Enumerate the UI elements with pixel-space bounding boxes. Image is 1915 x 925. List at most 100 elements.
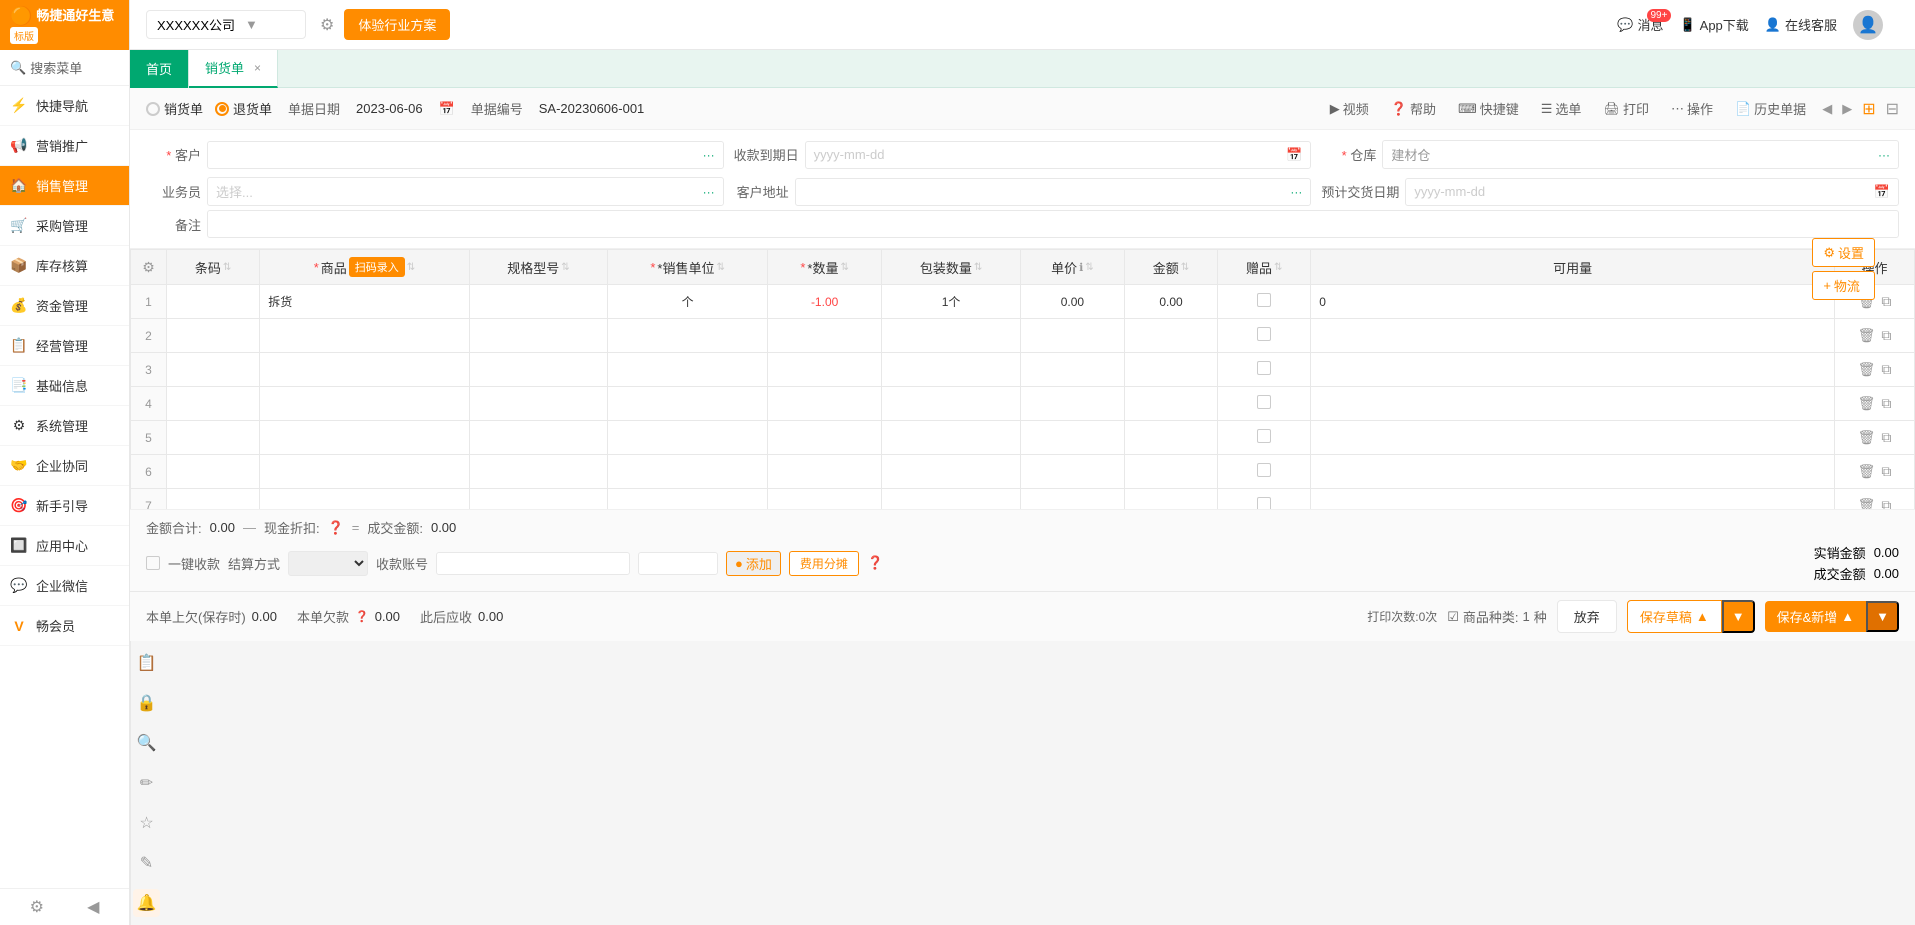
delete-row-icon[interactable]: 🗑	[1858, 497, 1876, 509]
discount-info-icon[interactable]: ❓	[328, 520, 344, 536]
cell-amount[interactable]	[1124, 421, 1217, 455]
cell-product[interactable]	[260, 421, 469, 455]
tab-sales-order[interactable]: 销货单 ×	[189, 50, 278, 88]
cell-unit[interactable]	[608, 421, 768, 455]
sidebar-item-purchase[interactable]: 🛒 采购管理	[0, 206, 129, 246]
sidebar-item-marketing[interactable]: 📢 营销推广	[0, 126, 129, 166]
user-avatar[interactable]: 👤	[1853, 10, 1883, 40]
due-date-input[interactable]: yyyy-mm-dd 📅	[805, 141, 1312, 169]
sidebar-item-wechat[interactable]: 💬 企业微信	[0, 566, 129, 606]
add-payment-button[interactable]: ● 添加	[726, 551, 781, 576]
cell-spec[interactable]	[469, 319, 608, 353]
sidebar-item-operations[interactable]: 📋 经营管理	[0, 326, 129, 366]
save-draft-button[interactable]: 保存草稿 ▲	[1627, 600, 1722, 633]
sidebar-item-members[interactable]: V 畅会员	[0, 606, 129, 646]
cell-amount[interactable]	[1124, 319, 1217, 353]
cell-pkg-qty[interactable]	[882, 455, 1021, 489]
rp-pencil-icon[interactable]: ✎	[136, 849, 157, 877]
delete-row-icon[interactable]: 🗑	[1858, 429, 1876, 446]
save-new-button[interactable]: 保存&新增 ▲	[1765, 601, 1867, 632]
one-click-payment-checkbox[interactable]	[146, 556, 160, 570]
cell-gift[interactable]	[1218, 285, 1311, 319]
cell-pkg-qty[interactable]	[882, 353, 1021, 387]
customer-address-input[interactable]: ···	[795, 178, 1312, 206]
cell-product[interactable]: 拆货	[260, 285, 469, 319]
help-button[interactable]: ❓ 帮助	[1385, 96, 1442, 121]
cell-product[interactable]	[260, 353, 469, 387]
save-draft-dropdown-button[interactable]: ▼	[1722, 600, 1755, 633]
cell-barcode[interactable]	[167, 421, 260, 455]
cell-spec[interactable]	[469, 387, 608, 421]
cell-price[interactable]	[1020, 489, 1124, 510]
grid-view-icon[interactable]: ⊞	[1862, 99, 1875, 119]
cell-qty[interactable]	[767, 319, 881, 353]
sidebar-item-system[interactable]: ⚙ 系统管理	[0, 406, 129, 446]
sidebar-item-quick-nav[interactable]: ⚡ 快捷导航	[0, 86, 129, 126]
settings-gear-icon[interactable]: ⚙	[320, 15, 334, 35]
cell-amount[interactable]	[1124, 455, 1217, 489]
company-selector[interactable]: XXXXXX公司 ▼	[146, 10, 306, 39]
remarks-input[interactable]	[207, 210, 1899, 238]
cell-spec[interactable]	[469, 353, 608, 387]
gift-checkbox[interactable]	[1257, 463, 1271, 477]
cell-unit[interactable]	[608, 387, 768, 421]
cell-amount[interactable]: 0.00	[1124, 285, 1217, 319]
radio-return-order[interactable]: 退货单	[215, 99, 272, 118]
gift-checkbox[interactable]	[1257, 429, 1271, 443]
cell-gift[interactable]	[1218, 353, 1311, 387]
prev-record-icon[interactable]: ◀	[1822, 101, 1832, 117]
sidebar-search[interactable]: 🔍 搜索菜单	[0, 50, 129, 86]
gift-checkbox[interactable]	[1257, 293, 1271, 307]
cell-barcode[interactable]	[167, 319, 260, 353]
rp-clipboard-icon[interactable]: 📋	[133, 649, 161, 677]
radio-sales-order[interactable]: 销货单	[146, 99, 203, 118]
scan-barcode-button[interactable]: 扫码录入	[349, 257, 405, 277]
shortcut-button[interactable]: ⌨ 快捷键	[1452, 96, 1525, 121]
cell-qty[interactable]	[767, 489, 881, 510]
cell-barcode[interactable]	[167, 489, 260, 510]
cell-spec[interactable]	[469, 489, 608, 510]
rp-star-icon[interactable]: ☆	[135, 809, 157, 837]
cell-pkg-qty[interactable]	[882, 489, 1021, 510]
logistics-button[interactable]: + 物流	[1812, 271, 1875, 300]
history-button[interactable]: 📄 历史单据	[1729, 96, 1812, 121]
sidebar-item-finance[interactable]: 💰 资金管理	[0, 286, 129, 326]
payment-method-select[interactable]	[288, 551, 368, 576]
discard-button[interactable]: 放弃	[1557, 600, 1617, 633]
account-input[interactable]	[436, 552, 630, 575]
copy-row-icon[interactable]: ⧉	[1881, 395, 1891, 412]
sidebar-item-app-center[interactable]: 🔲 应用中心	[0, 526, 129, 566]
cell-amount[interactable]	[1124, 387, 1217, 421]
cell-pkg-qty[interactable]	[882, 387, 1021, 421]
cell-unit[interactable]	[608, 455, 768, 489]
cell-price[interactable]	[1020, 319, 1124, 353]
cell-pkg-qty[interactable]	[882, 319, 1021, 353]
gift-checkbox[interactable]	[1257, 361, 1271, 375]
rp-edit-icon[interactable]: ✏	[136, 769, 157, 797]
settings-button[interactable]: ⚙ 设置	[1812, 238, 1875, 267]
sidebar-item-guide[interactable]: 🎯 新手引导	[0, 486, 129, 526]
cell-gift[interactable]	[1218, 387, 1311, 421]
video-button[interactable]: ▶ 视频	[1324, 96, 1375, 121]
delete-row-icon[interactable]: 🗑	[1858, 395, 1876, 412]
cell-qty[interactable]	[767, 353, 881, 387]
cell-gift[interactable]	[1218, 489, 1311, 510]
sidebar-collapse-icon[interactable]: ◀	[87, 897, 99, 917]
gift-checkbox[interactable]	[1257, 327, 1271, 341]
product-type-info[interactable]: ☑ 商品种类: 1 种	[1447, 607, 1547, 626]
copy-row-icon[interactable]: ⧉	[1881, 497, 1891, 509]
cell-price[interactable]	[1020, 455, 1124, 489]
cell-spec[interactable]	[469, 285, 608, 319]
cell-qty[interactable]	[767, 421, 881, 455]
column-settings-icon[interactable]: ⚙	[142, 259, 155, 275]
list-view-icon[interactable]: ⊟	[1886, 99, 1899, 119]
cell-spec[interactable]	[469, 421, 608, 455]
salesperson-input[interactable]: 选择... ···	[207, 177, 724, 206]
cell-amount[interactable]	[1124, 353, 1217, 387]
fee-info-icon[interactable]: ❓	[867, 555, 883, 571]
expected-delivery-input[interactable]: yyyy-mm-dd 📅	[1405, 178, 1899, 206]
delete-row-icon[interactable]: 🗑	[1858, 463, 1876, 480]
calendar-icon[interactable]: 📅	[439, 101, 455, 117]
cell-product[interactable]	[260, 455, 469, 489]
cell-gift[interactable]	[1218, 421, 1311, 455]
